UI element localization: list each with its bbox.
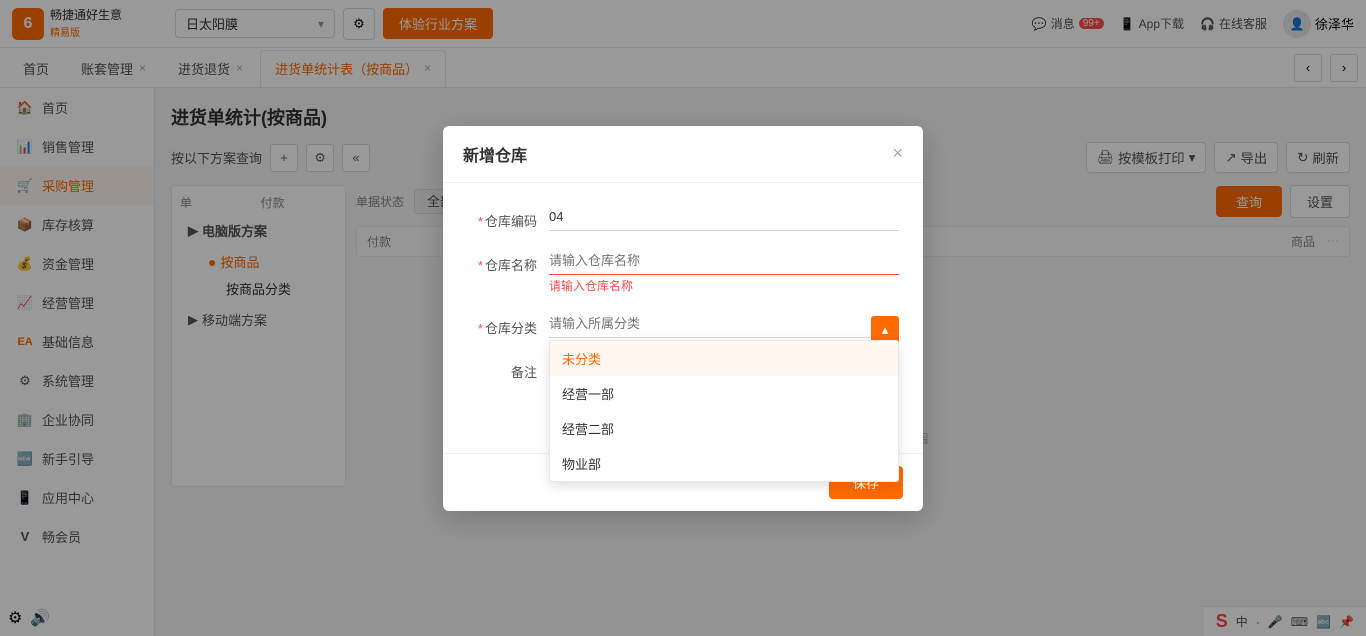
arrow-up-icon: ▴ xyxy=(882,322,889,338)
modal-body: 仓库编码 仓库名称 请输入仓库名称 仓库分类 xyxy=(443,183,923,453)
name-error-message: 请输入仓库名称 xyxy=(549,277,899,294)
modal-overlay: 新增仓库 × 仓库编码 仓库名称 请输入仓库名称 仓库分 xyxy=(0,0,1366,636)
dropdown-item-dept1[interactable]: 经营一部 xyxy=(550,376,898,411)
modal-close-button[interactable]: × xyxy=(892,143,903,164)
category-select-wrapper: ▴ 未分类 经营一部 经营二部 物业部 xyxy=(549,310,899,338)
form-row-name: 仓库名称 请输入仓库名称 xyxy=(467,247,899,294)
category-label: 仓库分类 xyxy=(467,310,537,337)
remarks-label: 备注 xyxy=(467,354,537,381)
dropdown-item-unclassified[interactable]: 未分类 xyxy=(550,341,898,376)
warehouse-code-input[interactable] xyxy=(549,203,899,231)
form-row-category: 仓库分类 ▴ 未分类 经营一部 经营二部 物业部 xyxy=(467,310,899,338)
code-field xyxy=(549,203,899,231)
dropdown-item-dept2[interactable]: 经营二部 xyxy=(550,411,898,446)
modal-header: 新增仓库 × xyxy=(443,126,923,183)
code-label: 仓库编码 xyxy=(467,203,537,230)
category-dropdown-list: 未分类 经营一部 经营二部 物业部 xyxy=(549,340,899,482)
modal-title: 新增仓库 xyxy=(463,142,527,166)
form-row-code: 仓库编码 xyxy=(467,203,899,231)
warehouse-name-input[interactable] xyxy=(549,247,899,275)
dropdown-item-property[interactable]: 物业部 xyxy=(550,446,898,481)
new-warehouse-modal: 新增仓库 × 仓库编码 仓库名称 请输入仓库名称 仓库分 xyxy=(443,126,923,511)
category-field: ▴ 未分类 经营一部 经营二部 物业部 xyxy=(549,310,899,338)
warehouse-category-input[interactable] xyxy=(549,310,899,338)
name-field: 请输入仓库名称 xyxy=(549,247,899,294)
name-label: 仓库名称 xyxy=(467,247,537,274)
